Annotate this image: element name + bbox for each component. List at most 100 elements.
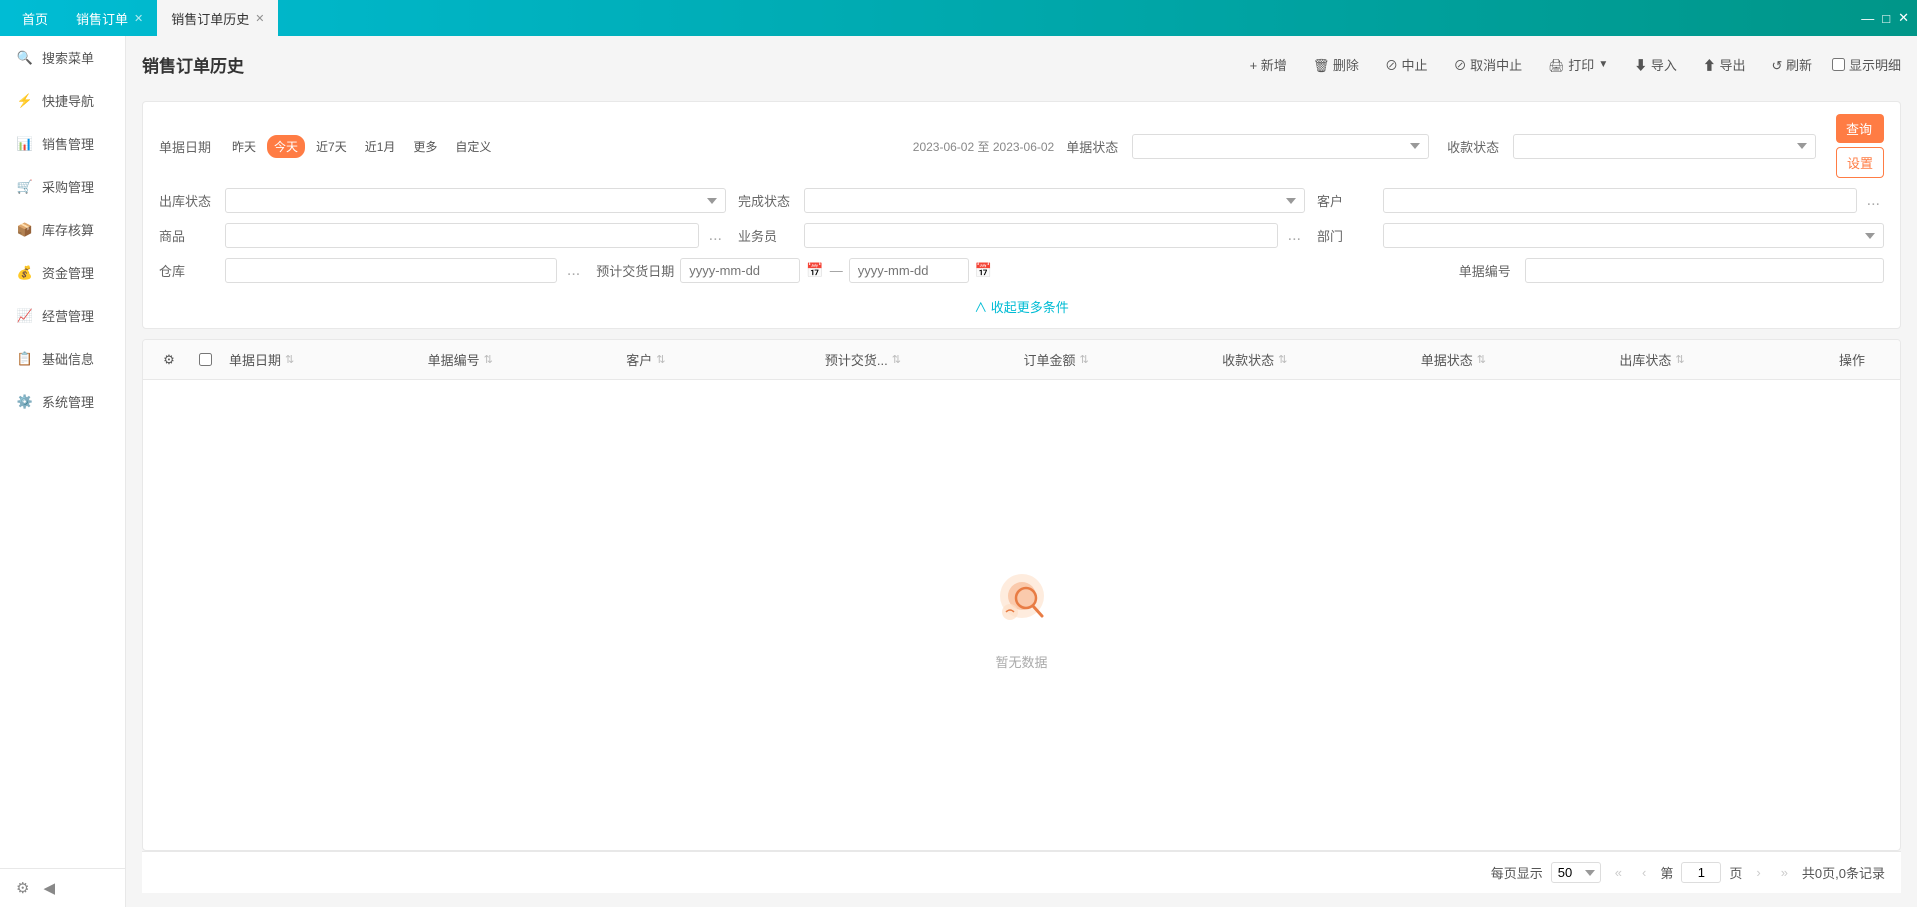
- sales-mgmt-icon: 📊: [16, 135, 34, 153]
- sidebar-settings-icon[interactable]: ⚙: [16, 879, 29, 897]
- date-btn-custom[interactable]: 自定义: [448, 135, 498, 158]
- refresh-button[interactable]: ↺ 刷新: [1761, 50, 1822, 79]
- filter-row-4: 仓库 ... 预计交货日期 📅 — 📅 单据编号: [159, 258, 1884, 283]
- print-button[interactable]: 🖨 打印 ▼: [1538, 50, 1618, 79]
- sidebar-search-menu-label: 搜索菜单: [42, 48, 94, 67]
- page-size-select[interactable]: 10 20 50 100: [1551, 862, 1601, 883]
- goods-input[interactable]: [225, 223, 699, 248]
- warehouse-input[interactable]: [225, 258, 557, 283]
- tab-home[interactable]: 首页: [8, 0, 62, 36]
- bill-status-select[interactable]: [1132, 134, 1429, 159]
- last-page-btn[interactable]: »: [1775, 863, 1794, 882]
- cal-icon-to[interactable]: 📅: [975, 262, 992, 279]
- sidebar-collapse-icon[interactable]: ◀: [43, 879, 55, 897]
- settings-button[interactable]: 设置: [1836, 147, 1884, 178]
- stop-button[interactable]: ⊘ 中止: [1375, 50, 1438, 79]
- first-page-btn[interactable]: «: [1609, 863, 1628, 882]
- search-menu-icon: 🔍: [16, 49, 34, 67]
- cal-icon-from[interactable]: 📅: [806, 262, 823, 279]
- th-expected-date[interactable]: 预计交货... ⇅: [819, 342, 1018, 377]
- sidebar-item-system-mgmt[interactable]: ⚙️ 系统管理: [0, 380, 125, 423]
- close-btn[interactable]: ✕: [1898, 10, 1909, 26]
- payment-status-select[interactable]: [1513, 134, 1816, 159]
- th-gear[interactable]: ⚙: [151, 344, 187, 376]
- sidebar-item-base-info[interactable]: 📋 基础信息: [0, 337, 125, 380]
- print-dropdown-icon: ▼: [1598, 59, 1608, 70]
- table-body: 暂无数据: [143, 380, 1900, 850]
- date-btn-yesterday[interactable]: 昨天: [225, 135, 263, 158]
- th-order-amount-label: 订单金额: [1024, 350, 1076, 369]
- th-action: 操作: [1812, 342, 1892, 377]
- select-all-checkbox[interactable]: [199, 353, 212, 366]
- th-order-amount[interactable]: 订单金额 ⇅: [1018, 342, 1217, 377]
- operations-icon: 📈: [16, 307, 34, 325]
- th-out-status-label: 出库状态: [1619, 350, 1671, 369]
- date-to-text: 2023-06-02: [993, 140, 1054, 154]
- th-customer[interactable]: 客户 ⇅: [620, 342, 819, 377]
- cancel-stop-button[interactable]: ⊘ 取消中止: [1444, 50, 1533, 79]
- sidebar-item-inventory[interactable]: 📦 库存核算: [0, 208, 125, 251]
- sidebar-operations-label: 经营管理: [42, 306, 94, 325]
- import-button[interactable]: ⬇ 导入: [1624, 50, 1687, 79]
- sort-expected-date-icon: ⇅: [892, 353, 901, 366]
- th-bill-status-label: 单据状态: [1421, 350, 1473, 369]
- expected-date-to[interactable]: [849, 258, 969, 283]
- bill-no-input[interactable]: [1525, 258, 1884, 283]
- dept-select[interactable]: [1383, 223, 1884, 248]
- sidebar-finance-label: 资金管理: [42, 263, 94, 282]
- add-button[interactable]: + 新增: [1240, 50, 1297, 79]
- minimize-btn[interactable]: —: [1861, 11, 1874, 26]
- filter-dept-item: 部门: [1317, 223, 1884, 248]
- out-status-label: 出库状态: [159, 191, 219, 210]
- salesperson-input[interactable]: [804, 223, 1278, 248]
- close-tab-history[interactable]: ✕: [255, 12, 264, 25]
- date-btn-1month[interactable]: 近1月: [358, 135, 403, 158]
- prev-page-btn[interactable]: ‹: [1636, 863, 1652, 882]
- th-payment-status[interactable]: 收款状态 ⇅: [1216, 342, 1415, 377]
- warehouse-dots[interactable]: ...: [563, 262, 584, 280]
- delete-button[interactable]: 🗑 删除: [1303, 50, 1369, 79]
- th-bill-date[interactable]: 单据日期 ⇅: [223, 342, 422, 377]
- sidebar-item-sales-mgmt[interactable]: 📊 销售管理: [0, 122, 125, 165]
- complete-status-select[interactable]: [804, 188, 1305, 213]
- th-bill-status[interactable]: 单据状态 ⇅: [1415, 342, 1614, 377]
- base-info-icon: 📋: [16, 350, 34, 368]
- date-btn-7days[interactable]: 近7天: [309, 135, 354, 158]
- filter-salesperson-item: 业务员 ...: [738, 223, 1305, 248]
- customer-input[interactable]: [1383, 188, 1857, 213]
- th-check[interactable]: [187, 345, 223, 374]
- date-btn-today[interactable]: 今天: [267, 135, 305, 158]
- page-input[interactable]: [1681, 862, 1721, 883]
- sidebar-item-quick-nav[interactable]: ⚡ 快捷导航: [0, 79, 125, 122]
- bill-status-label: 单据状态: [1066, 137, 1126, 156]
- date-range-text: 2023-06-02 至 2023-06-02: [913, 138, 1054, 155]
- export-button[interactable]: ⬆ 导出: [1693, 50, 1756, 79]
- filter-complete-status-item: 完成状态: [738, 188, 1305, 213]
- customer-dots[interactable]: ...: [1863, 192, 1884, 210]
- sidebar-item-search-menu[interactable]: 🔍 搜索菜单: [0, 36, 125, 79]
- date-btn-more[interactable]: 更多: [406, 135, 444, 158]
- tab-sales-order[interactable]: 销售订单 ✕: [62, 0, 157, 36]
- sidebar-bottom: ⚙ ◀: [0, 868, 125, 907]
- salesperson-dots[interactable]: ...: [1284, 227, 1305, 245]
- display-cols-checkbox[interactable]: [1832, 58, 1845, 71]
- page-title: 销售订单历史: [142, 52, 244, 77]
- tab-sales-order-history[interactable]: 销售订单历史 ✕: [157, 0, 278, 36]
- close-tab-sales-order[interactable]: ✕: [134, 12, 143, 25]
- maximize-btn[interactable]: □: [1882, 11, 1890, 26]
- th-bill-no[interactable]: 单据编号 ⇅: [422, 342, 621, 377]
- sidebar-item-purchase-mgmt[interactable]: 🛒 采购管理: [0, 165, 125, 208]
- collapse-more[interactable]: ∧ 收起更多条件: [159, 293, 1884, 316]
- next-page-btn[interactable]: ›: [1750, 863, 1766, 882]
- goods-dots[interactable]: ...: [705, 227, 726, 245]
- out-status-select[interactable]: [225, 188, 726, 213]
- sort-bill-status-icon: ⇅: [1477, 353, 1486, 366]
- display-cols-toggle[interactable]: 显示明细: [1832, 55, 1901, 74]
- query-button[interactable]: 查询: [1836, 114, 1884, 143]
- main-layout: 🔍 搜索菜单 ⚡ 快捷导航 📊 销售管理 🛒 采购管理 📦 库存核算 💰 资金管…: [0, 36, 1917, 907]
- sidebar-item-operations[interactable]: 📈 经营管理: [0, 294, 125, 337]
- sidebar-sales-label: 销售管理: [42, 134, 94, 153]
- th-out-status[interactable]: 出库状态 ⇅: [1613, 342, 1812, 377]
- sidebar-item-finance[interactable]: 💰 资金管理: [0, 251, 125, 294]
- expected-date-from[interactable]: [680, 258, 800, 283]
